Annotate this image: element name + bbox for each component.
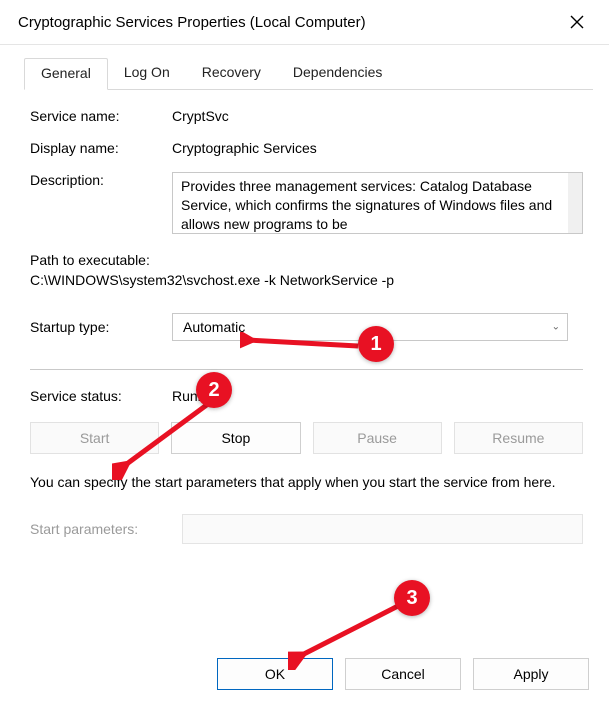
tab-dependencies[interactable]: Dependencies: [277, 58, 399, 90]
start-button: Start: [30, 422, 159, 454]
service-control-buttons: Start Stop Pause Resume: [30, 422, 583, 454]
value-description: Provides three management services: Cata…: [181, 178, 552, 232]
cancel-button[interactable]: Cancel: [345, 658, 461, 690]
row-description: Description: Provides three management s…: [30, 172, 583, 234]
pause-button: Pause: [313, 422, 442, 454]
tab-general[interactable]: General: [24, 58, 108, 90]
ok-button[interactable]: OK: [217, 658, 333, 690]
description-scrollbar[interactable]: [568, 173, 582, 233]
tab-strip: General Log On Recovery Dependencies: [24, 57, 593, 90]
label-start-params: Start parameters:: [30, 521, 172, 537]
row-display-name: Display name: Cryptographic Services: [30, 140, 583, 156]
row-start-params: Start parameters:: [30, 514, 583, 544]
value-service-status: Running: [172, 388, 583, 404]
label-description: Description:: [30, 172, 172, 188]
annotation-marker-1: 1: [358, 326, 394, 362]
label-service-status: Service status:: [30, 388, 172, 404]
general-panel: Service name: CryptSvc Display name: Cry…: [16, 90, 593, 554]
tab-logon[interactable]: Log On: [108, 58, 186, 90]
dialog-content: General Log On Recovery Dependencies Ser…: [0, 45, 609, 554]
stop-button[interactable]: Stop: [171, 422, 300, 454]
apply-button[interactable]: Apply: [473, 658, 589, 690]
value-display-name: Cryptographic Services: [172, 140, 583, 156]
row-startup-type: Startup type: Automatic ⌄: [30, 313, 583, 341]
label-display-name: Display name:: [30, 140, 172, 156]
value-path: C:\WINDOWS\system32\svchost.exe -k Netwo…: [30, 270, 583, 290]
annotation-marker-3: 3: [394, 580, 430, 616]
label-startup-type: Startup type:: [30, 319, 172, 335]
window-title: Cryptographic Services Properties (Local…: [18, 14, 366, 31]
row-service-name: Service name: CryptSvc: [30, 108, 583, 124]
start-params-input: [182, 514, 583, 544]
separator: [30, 369, 583, 370]
label-path: Path to executable:: [30, 250, 583, 270]
close-button[interactable]: [559, 8, 595, 36]
row-service-status: Service status: Running: [30, 388, 583, 404]
value-service-name: CryptSvc: [172, 108, 583, 124]
dialog-buttons: OK Cancel Apply: [217, 658, 589, 690]
label-service-name: Service name:: [30, 108, 172, 124]
start-params-hint: You can specify the start parameters tha…: [30, 472, 583, 492]
close-icon: [570, 15, 584, 29]
annotation-marker-2: 2: [196, 372, 232, 408]
tab-recovery[interactable]: Recovery: [186, 58, 277, 90]
description-textbox[interactable]: Provides three management services: Cata…: [172, 172, 583, 234]
row-path: Path to executable: C:\WINDOWS\system32\…: [30, 250, 583, 291]
resume-button: Resume: [454, 422, 583, 454]
titlebar: Cryptographic Services Properties (Local…: [0, 0, 609, 45]
